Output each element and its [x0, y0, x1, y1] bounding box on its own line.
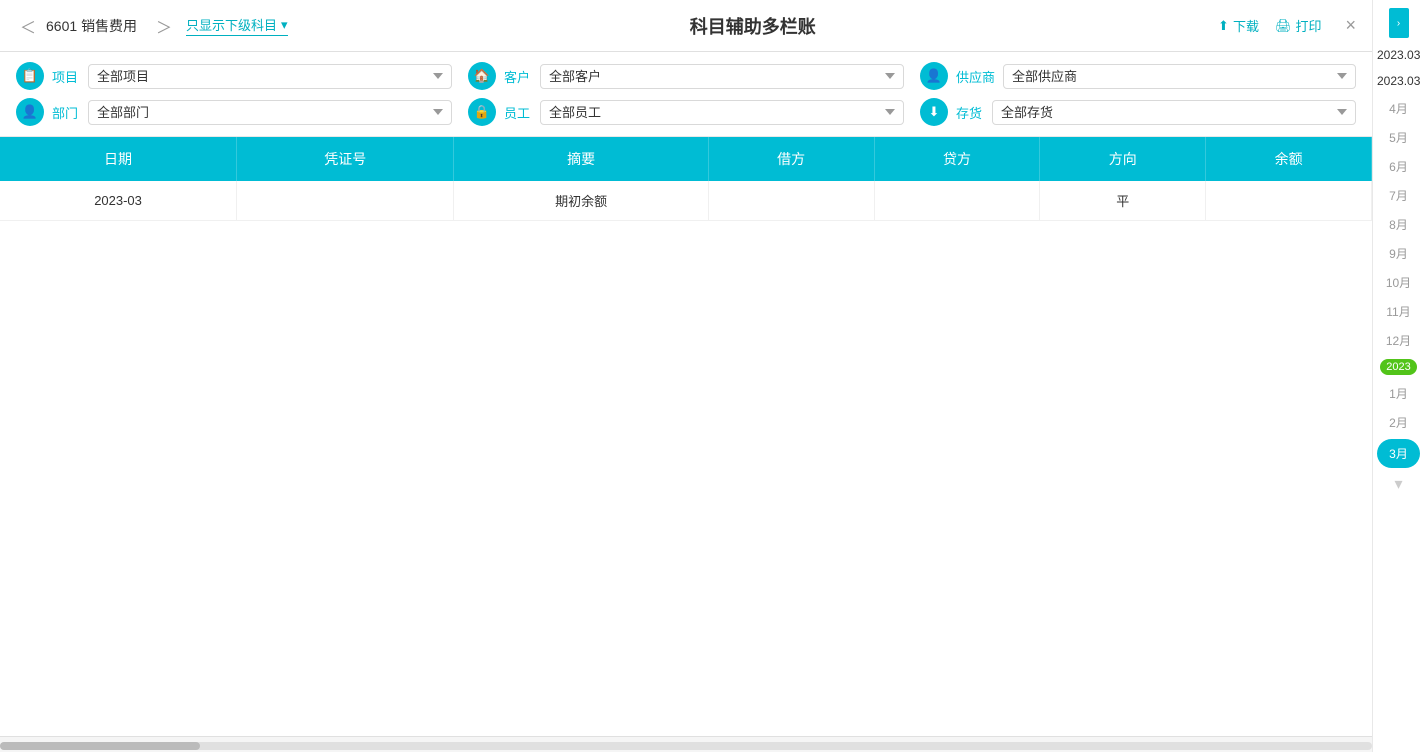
filter-bar: 📋 项目 全部项目 🏠 客户 全部客户 👤 供应商 全部供应商	[0, 52, 1372, 137]
filter-item-department: 👤 部门 全部部门	[16, 98, 452, 126]
sidebar-item-7[interactable]: 7月	[1373, 181, 1424, 210]
sidebar-item-2[interactable]: 2月	[1373, 408, 1424, 437]
filter-item-supplier: 👤 供应商 全部供应商	[920, 62, 1356, 90]
employee-select[interactable]: 全部员工	[540, 100, 904, 125]
cell-credit	[874, 181, 1040, 221]
nav-next-button[interactable]: ＞	[152, 12, 176, 40]
department-label: 部门	[52, 103, 80, 122]
download-icon: ⬆	[1218, 18, 1229, 34]
sidebar-item-3-active[interactable]: 3月	[1377, 439, 1420, 468]
sidebar-down-button[interactable]: ▾	[1390, 470, 1406, 498]
cell-debit	[708, 181, 874, 221]
year-badge: 2023	[1380, 359, 1416, 375]
col-balance: 余额	[1206, 137, 1372, 181]
top-actions: ⬆ 下载 🖨 打印 ×	[1218, 15, 1356, 36]
sidebar-item-1[interactable]: 1月	[1373, 379, 1424, 408]
cell-balance	[1206, 181, 1372, 221]
col-voucher: 凭证号	[237, 137, 454, 181]
col-date: 日期	[0, 137, 237, 181]
scrollbar-track	[0, 742, 1372, 750]
inventory-select[interactable]: 全部存货	[992, 100, 1356, 125]
data-table: 日期 凭证号 摘要 借方 贷方 方向 余额 2023-03 期初余额	[0, 137, 1372, 221]
cell-voucher	[237, 181, 454, 221]
show-sub-button[interactable]: 只显示下级科目 ▾	[186, 15, 288, 36]
account-code: 6601	[46, 18, 77, 34]
col-debit: 借方	[708, 137, 874, 181]
project-select[interactable]: 全部项目	[88, 64, 452, 89]
content-area: ＜ 6601 销售费用 ＞ 只显示下级科目 ▾ 科目辅助多栏账 ⬆ 下载 🖨 打…	[0, 0, 1372, 752]
cell-date: 2023-03	[0, 181, 237, 221]
customer-label: 客户	[504, 67, 532, 86]
department-select[interactable]: 全部部门	[88, 100, 452, 125]
sidebar-item-4[interactable]: 4月	[1373, 94, 1424, 123]
customer-icon: 🏠	[468, 62, 496, 90]
close-button[interactable]: ×	[1345, 15, 1356, 36]
scrollbar-thumb	[0, 742, 200, 750]
sidebar-item-8[interactable]: 8月	[1373, 210, 1424, 239]
filter-item-inventory: ⬇ 存货 全部存货	[920, 98, 1356, 126]
print-label: 打印	[1295, 16, 1321, 35]
filter-item-project: 📋 项目 全部项目	[16, 62, 452, 90]
sidebar-item-10[interactable]: 10月	[1373, 268, 1424, 297]
employee-icon: 🔒	[468, 98, 496, 126]
download-button[interactable]: ⬆ 下载	[1218, 16, 1259, 35]
account-name: 销售费用	[81, 18, 137, 34]
project-label: 项目	[52, 67, 80, 86]
sidebar-item-12[interactable]: 12月	[1373, 326, 1424, 355]
nav-prev-button[interactable]: ＜	[16, 12, 40, 40]
table-row: 2023-03 期初余额 平	[0, 181, 1372, 221]
sidebar-expand-button[interactable]: ›	[1389, 8, 1409, 38]
supplier-label: 供应商	[956, 67, 995, 86]
download-label: 下载	[1233, 16, 1259, 35]
right-sidebar: › 2023.03 2023.03 4月 5月 6月 7月 8月 9月 10月 …	[1372, 0, 1424, 752]
supplier-select[interactable]: 全部供应商	[1003, 64, 1356, 89]
employee-label: 员工	[504, 103, 532, 122]
sidebar-item-11[interactable]: 11月	[1373, 297, 1424, 326]
supplier-icon: 👤	[920, 62, 948, 90]
print-button[interactable]: 🖨 打印	[1275, 16, 1322, 35]
table-header-row: 日期 凭证号 摘要 借方 贷方 方向 余额	[0, 137, 1372, 181]
show-sub-label: 只显示下级科目	[186, 15, 277, 34]
sidebar-item-header-2[interactable]: 2023.03	[1373, 68, 1424, 94]
main-window: ＜ 6601 销售费用 ＞ 只显示下级科目 ▾ 科目辅助多栏账 ⬆ 下载 🖨 打…	[0, 0, 1424, 752]
bottom-scrollbar[interactable]	[0, 736, 1372, 752]
page-title: 科目辅助多栏账	[288, 13, 1218, 39]
customer-select[interactable]: 全部客户	[540, 64, 904, 89]
print-icon: 🖨	[1275, 18, 1292, 34]
inventory-icon: ⬇	[920, 98, 948, 126]
filter-item-customer: 🏠 客户 全部客户	[468, 62, 904, 90]
sidebar-item-6[interactable]: 6月	[1373, 152, 1424, 181]
col-direction: 方向	[1040, 137, 1206, 181]
department-icon: 👤	[16, 98, 44, 126]
col-credit: 贷方	[874, 137, 1040, 181]
table-wrapper: 日期 凭证号 摘要 借方 贷方 方向 余额 2023-03 期初余额	[0, 137, 1372, 736]
cell-summary: 期初余额	[454, 181, 708, 221]
sidebar-item-header-1[interactable]: 2023.03	[1373, 42, 1424, 68]
col-summary: 摘要	[454, 137, 708, 181]
top-bar: ＜ 6601 销售费用 ＞ 只显示下级科目 ▾ 科目辅助多栏账 ⬆ 下载 🖨 打…	[0, 0, 1372, 52]
filter-item-employee: 🔒 员工 全部员工	[468, 98, 904, 126]
sidebar-item-5[interactable]: 5月	[1373, 123, 1424, 152]
sidebar-item-9[interactable]: 9月	[1373, 239, 1424, 268]
cell-direction: 平	[1040, 181, 1206, 221]
project-icon: 📋	[16, 62, 44, 90]
account-label: 6601 销售费用	[46, 16, 146, 36]
inventory-label: 存货	[956, 103, 984, 122]
